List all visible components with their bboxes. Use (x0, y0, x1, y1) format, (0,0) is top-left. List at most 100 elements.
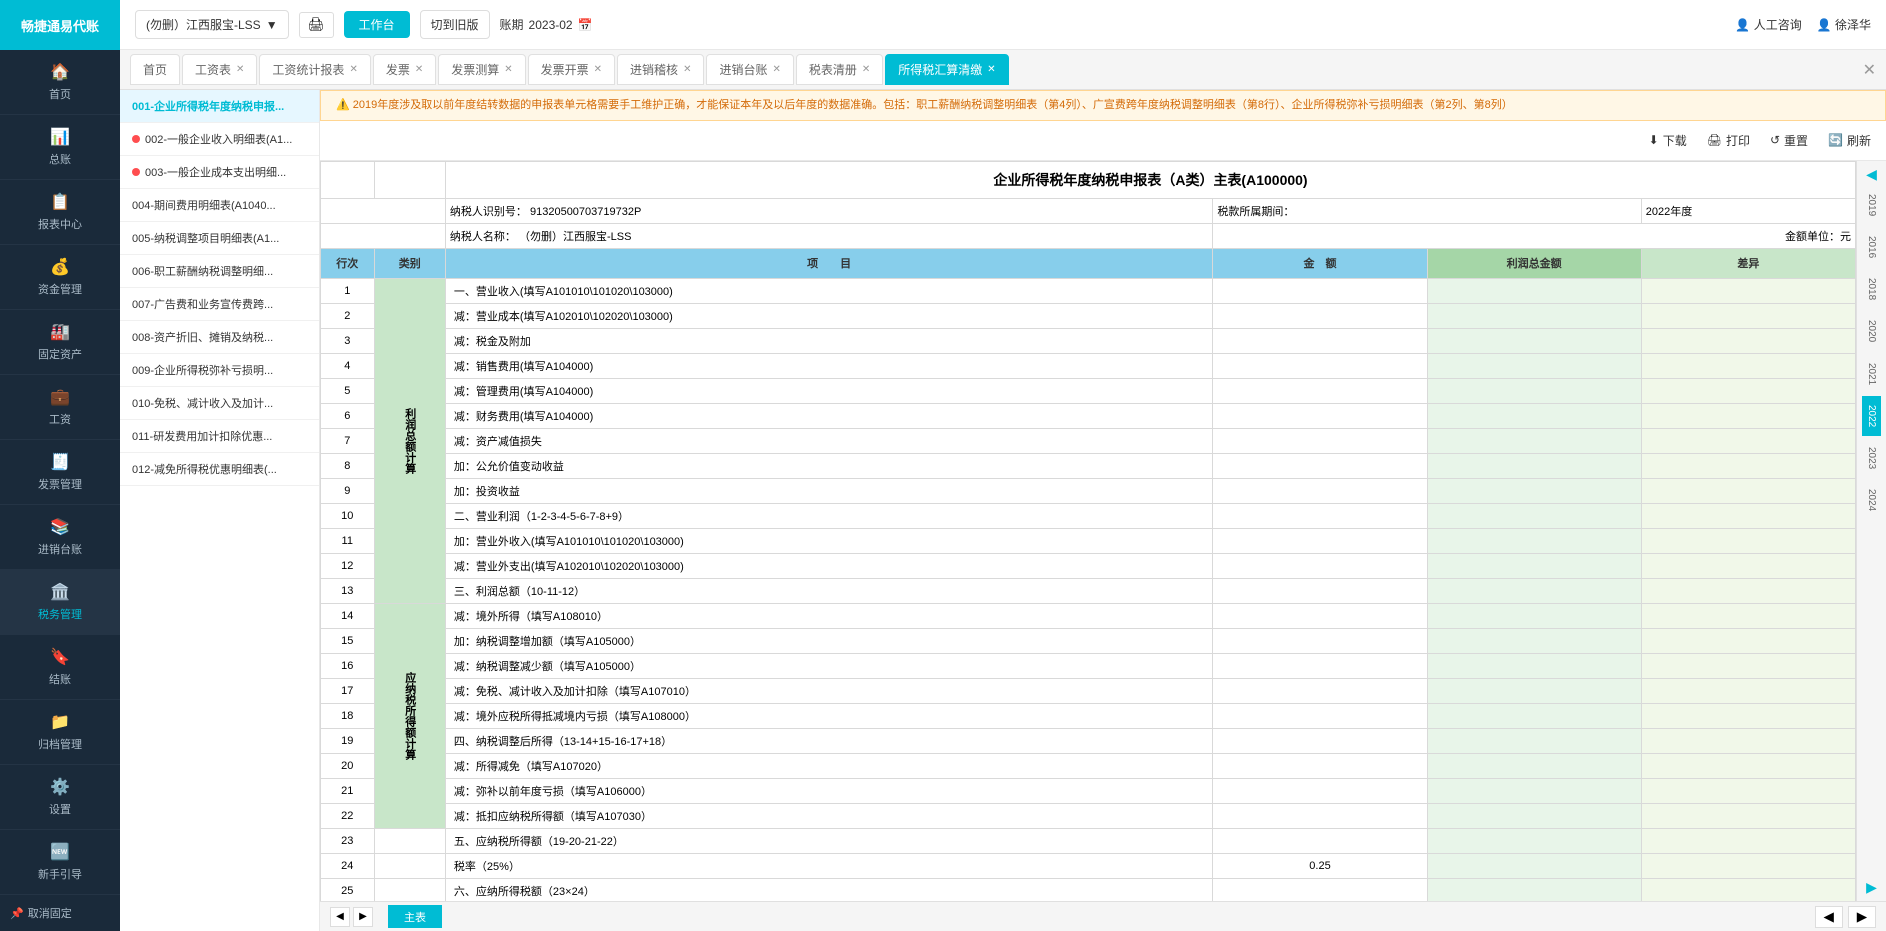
sidebar-item-home[interactable]: 🏠 首页 (0, 50, 120, 115)
sidebar-item-label: 工资 (49, 411, 71, 427)
sidebar-item-label: 总账 (49, 151, 71, 167)
switch-button[interactable]: 切到旧版 (420, 10, 490, 39)
sidebar-item-ledger[interactable]: 📊 总账 (0, 115, 120, 180)
sidebar-item-payroll[interactable]: 💼 工资 (0, 375, 120, 440)
sidebar-item-tax[interactable]: 🏛️ 税务管理 (0, 570, 120, 635)
sidebar-item-label: 报表中心 (38, 216, 82, 232)
tab-sales-ledger[interactable]: 进销台账 ✕ (706, 54, 793, 85)
year-item-2020[interactable]: 2020 (1862, 311, 1881, 351)
sidebar-item-settings[interactable]: ⚙️ 设置 (0, 765, 120, 830)
period-info: 账期 2023-02 📅 (500, 16, 593, 33)
table-row: 16 减：纳税调整减少额（填写A105000） (321, 653, 1856, 678)
print-button[interactable]: 🖨 打印 (1707, 132, 1750, 149)
year-item-2024[interactable]: 2024 (1862, 480, 1881, 520)
tab-close-icon[interactable]: ✕ (862, 64, 870, 75)
reset-button[interactable]: ↺ 重置 (1770, 132, 1808, 149)
left-panel-item-001[interactable]: 001-企业所得税年度纳税申报... (120, 90, 319, 123)
year-panel-expand-icon[interactable]: ◀ (1866, 166, 1877, 183)
workbench-button[interactable]: 工作台 (344, 11, 410, 38)
table-container: 企业所得税年度纳税申报表（A类）主表(A100000) 纳税人识别号： 9132… (320, 161, 1856, 902)
error-dot-icon (132, 168, 140, 176)
year-item-2018[interactable]: 2018 (1862, 269, 1881, 309)
year-item-2019[interactable]: 2019 (1862, 185, 1881, 225)
sidebar-item-archive[interactable]: 📁 归档管理 (0, 700, 120, 765)
sidebar-item-sales[interactable]: 📚 进销台账 (0, 505, 120, 570)
taxpayer-id-value: 91320500703719732P (530, 206, 641, 218)
tab-payroll[interactable]: 工资表 ✕ (182, 54, 257, 85)
left-panel-item-011[interactable]: 011-研发费用加计扣除优惠... (120, 420, 319, 453)
sidebar-item-invoice[interactable]: 🧾 发票管理 (0, 440, 120, 505)
year-item-2023[interactable]: 2023 (1862, 438, 1881, 478)
tab-close-icon[interactable]: ✕ (349, 64, 357, 75)
sidebar-item-assets[interactable]: 🏭 固定资产 (0, 310, 120, 375)
left-panel-item-010[interactable]: 010-免税、减计收入及加计... (120, 387, 319, 420)
tab-close-icon[interactable]: ✕ (683, 64, 691, 75)
table-row: 14 应纳税所得额计算 减：境外所得（填写A108010） (321, 603, 1856, 628)
category-tax: 应纳税所得额计算 (374, 603, 445, 828)
sidebar-item-guide[interactable]: 🆕 新手引导 (0, 830, 120, 894)
tab-invoice-open[interactable]: 发票开票 ✕ (528, 54, 615, 85)
sidebar-pin-toggle[interactable]: 📌 取消固定 (0, 894, 120, 931)
sidebar-item-finance[interactable]: 💰 资金管理 (0, 245, 120, 310)
company-selector[interactable]: (勿删）江西服宝-LSS ▼ (135, 10, 289, 39)
tab-close-icon[interactable]: ✕ (504, 64, 512, 75)
tab-invoice[interactable]: 发票 ✕ (373, 54, 436, 85)
year-panel-arrow-down-icon[interactable]: ▶ (1866, 879, 1877, 896)
print-icon[interactable]: 🖨 (299, 12, 334, 38)
sheet-tab-main[interactable]: 主表 (388, 905, 442, 928)
year-item-2022[interactable]: 2022 (1862, 396, 1881, 436)
refresh-button[interactable]: 🔄 刷新 (1828, 132, 1871, 149)
tab-close-icon[interactable]: ✕ (415, 64, 423, 75)
left-panel-item-007[interactable]: 007-广告费和业务宣传费跨... (120, 288, 319, 321)
currency-label: 金额单位：元 (1213, 223, 1856, 248)
sheet-prev-button[interactable]: ◀ (330, 907, 350, 927)
tab-payroll-report[interactable]: 工资统计报表 ✕ (259, 54, 370, 85)
download-button[interactable]: ⬇ 下载 (1649, 132, 1687, 149)
left-panel-item-012[interactable]: 012-减免所得税优惠明细表(... (120, 453, 319, 486)
left-panel-item-008[interactable]: 008-资产折旧、摊销及纳税... (120, 321, 319, 354)
item-label: 011-研发费用加计扣除优惠... (132, 428, 272, 444)
sidebar-item-close[interactable]: 🔖 结账 (0, 635, 120, 700)
table-scroll-left[interactable]: ◀ (1815, 906, 1843, 928)
tab-close-icon[interactable]: ✕ (772, 64, 780, 75)
close-window-icon[interactable]: ✕ (1863, 60, 1876, 80)
left-panel-item-003[interactable]: 003-一般企业成本支出明细... (120, 156, 319, 189)
sheet-nav: ◀ ▶ (330, 907, 373, 927)
table-company-row: 纳税人名称： （勿删）江西服宝-LSS 金额单位：元 (321, 223, 1856, 248)
sidebar-item-label: 设置 (49, 801, 71, 817)
close-icon: 🔖 (50, 647, 70, 667)
period-label: 税款所属期间： (1217, 206, 1294, 218)
warning-icon: ⚠️ (336, 99, 350, 111)
period-label: 账期 (500, 16, 524, 33)
error-dot-icon (132, 135, 140, 143)
year-item-2021[interactable]: 2021 (1862, 354, 1881, 394)
table-row: 7 减：资产减值损失 (321, 428, 1856, 453)
payroll-icon: 💼 (50, 387, 70, 407)
sidebar-item-label: 首页 (49, 86, 71, 102)
sidebar-item-label: 发票管理 (38, 476, 82, 492)
tab-close-active-icon[interactable]: ✕ (987, 64, 995, 75)
calendar-icon[interactable]: 📅 (578, 18, 593, 32)
left-panel-item-004[interactable]: 004-期间费用明细表(A1040... (120, 189, 319, 222)
left-panel-item-002[interactable]: 002-一般企业收入明细表(A1... (120, 123, 319, 156)
tab-home[interactable]: 首页 (130, 54, 180, 85)
user-service[interactable]: 👤 人工咨询 (1735, 16, 1801, 33)
year-item-2016[interactable]: 2016 (1862, 227, 1881, 267)
table-row: 6 减：财务费用(填写A104000) (321, 403, 1856, 428)
tab-close-icon[interactable]: ✕ (236, 64, 244, 75)
left-panel-item-006[interactable]: 006-职工薪酬纳税调整明细... (120, 255, 319, 288)
sidebar-item-reports[interactable]: 📋 报表中心 (0, 180, 120, 245)
tax-icon: 🏛️ (50, 582, 70, 602)
left-panel-item-005[interactable]: 005-纳税调整项目明细表(A1... (120, 222, 319, 255)
tab-tax-list[interactable]: 税表清册 ✕ (796, 54, 883, 85)
tab-income-tax[interactable]: 所得税汇算清缴 ✕ (885, 54, 1008, 85)
col-header-amount: 金 额 (1213, 248, 1427, 278)
tab-close-icon[interactable]: ✕ (594, 64, 602, 75)
table-scroll-right[interactable]: ▶ (1848, 906, 1876, 928)
sheet-next-button[interactable]: ▶ (353, 907, 373, 927)
invoice-icon: 🧾 (50, 452, 70, 472)
left-panel-item-009[interactable]: 009-企业所得税弥补亏损明... (120, 354, 319, 387)
item-label: 005-纳税调整项目明细表(A1... (132, 230, 279, 246)
tab-invoice-calc[interactable]: 发票测算 ✕ (438, 54, 525, 85)
tab-sales-check[interactable]: 进销稽核 ✕ (617, 54, 704, 85)
